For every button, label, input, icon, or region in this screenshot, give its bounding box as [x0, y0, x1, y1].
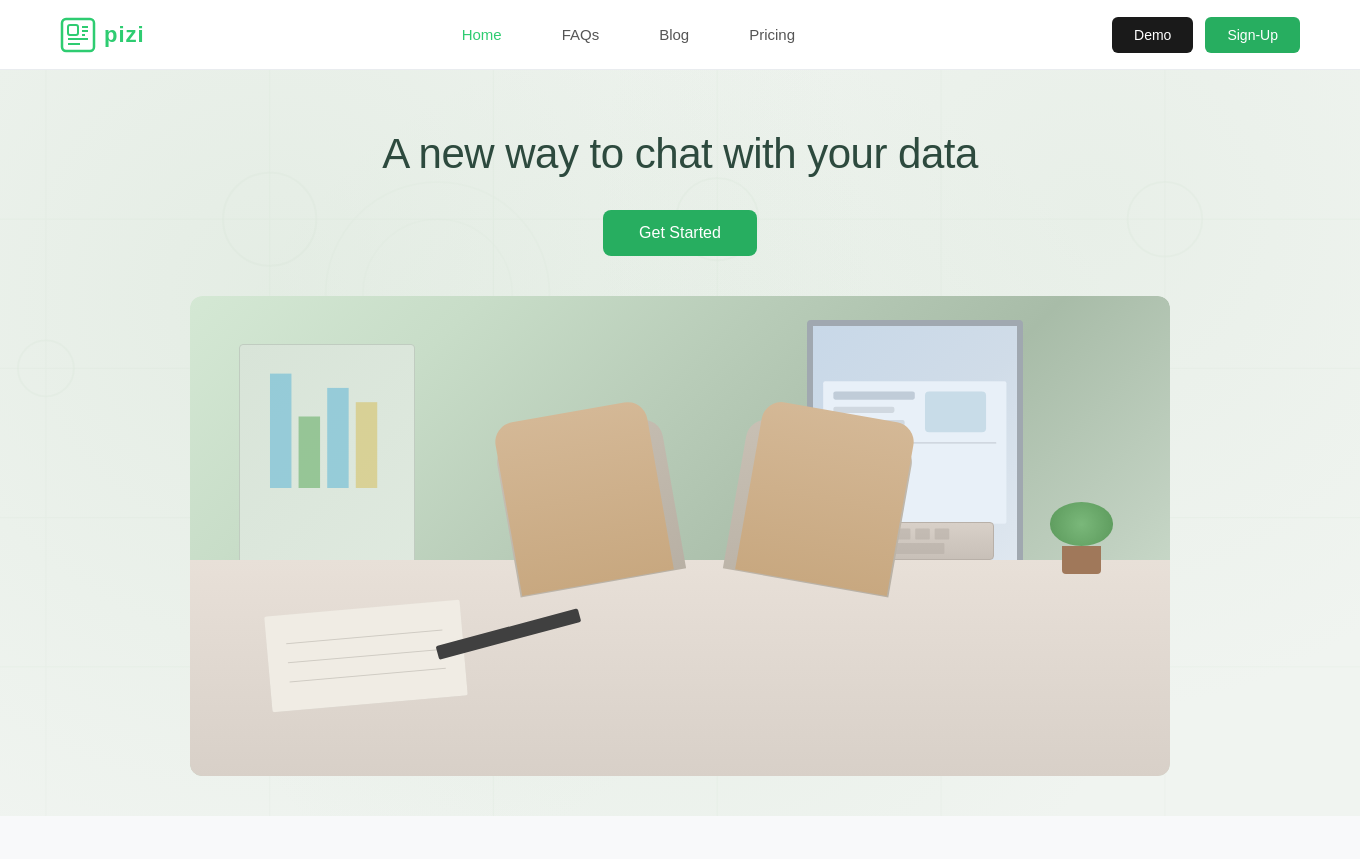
nav-link-blog[interactable]: Blog	[659, 26, 689, 43]
plant-pot	[1062, 546, 1101, 575]
signup-button[interactable]: Sign-Up	[1205, 17, 1300, 53]
hero-title: A new way to chat with your data	[382, 130, 978, 178]
navbar: pizi Home FAQs Blog Pricing Demo Sign-Up	[0, 0, 1360, 70]
get-started-button[interactable]: Get Started	[603, 210, 757, 256]
plant-top	[1050, 502, 1113, 545]
logo[interactable]: pizi	[60, 17, 145, 53]
svg-rect-41	[299, 417, 320, 489]
nav-item-blog[interactable]: Blog	[659, 26, 689, 44]
svg-rect-61	[934, 528, 949, 539]
nav-actions: Demo Sign-Up	[1112, 17, 1300, 53]
nav-link-home[interactable]: Home	[462, 26, 502, 43]
demo-button[interactable]: Demo	[1112, 17, 1193, 53]
arm-right	[735, 399, 917, 596]
nav-link-pricing[interactable]: Pricing	[749, 26, 795, 43]
desk-scene	[190, 296, 1170, 776]
nav-item-pricing[interactable]: Pricing	[749, 26, 795, 44]
svg-rect-43	[356, 402, 377, 488]
svg-rect-40	[270, 374, 291, 488]
arm-left	[492, 399, 674, 596]
plant	[1043, 502, 1121, 574]
person-arms	[484, 392, 925, 584]
nav-links: Home FAQs Blog Pricing	[462, 26, 795, 44]
svg-rect-42	[327, 388, 348, 488]
hero-section: A new way to chat with your data Get Sta…	[0, 70, 1360, 816]
nav-link-faqs[interactable]: FAQs	[562, 26, 600, 43]
logo-icon	[60, 17, 96, 53]
hero-image	[190, 296, 1170, 776]
logo-text: pizi	[104, 22, 145, 48]
svg-rect-1	[68, 25, 78, 35]
nav-item-home[interactable]: Home	[462, 26, 502, 44]
hero-image-container	[190, 296, 1170, 776]
svg-rect-48	[925, 392, 986, 433]
nav-item-faqs[interactable]: FAQs	[562, 26, 600, 44]
